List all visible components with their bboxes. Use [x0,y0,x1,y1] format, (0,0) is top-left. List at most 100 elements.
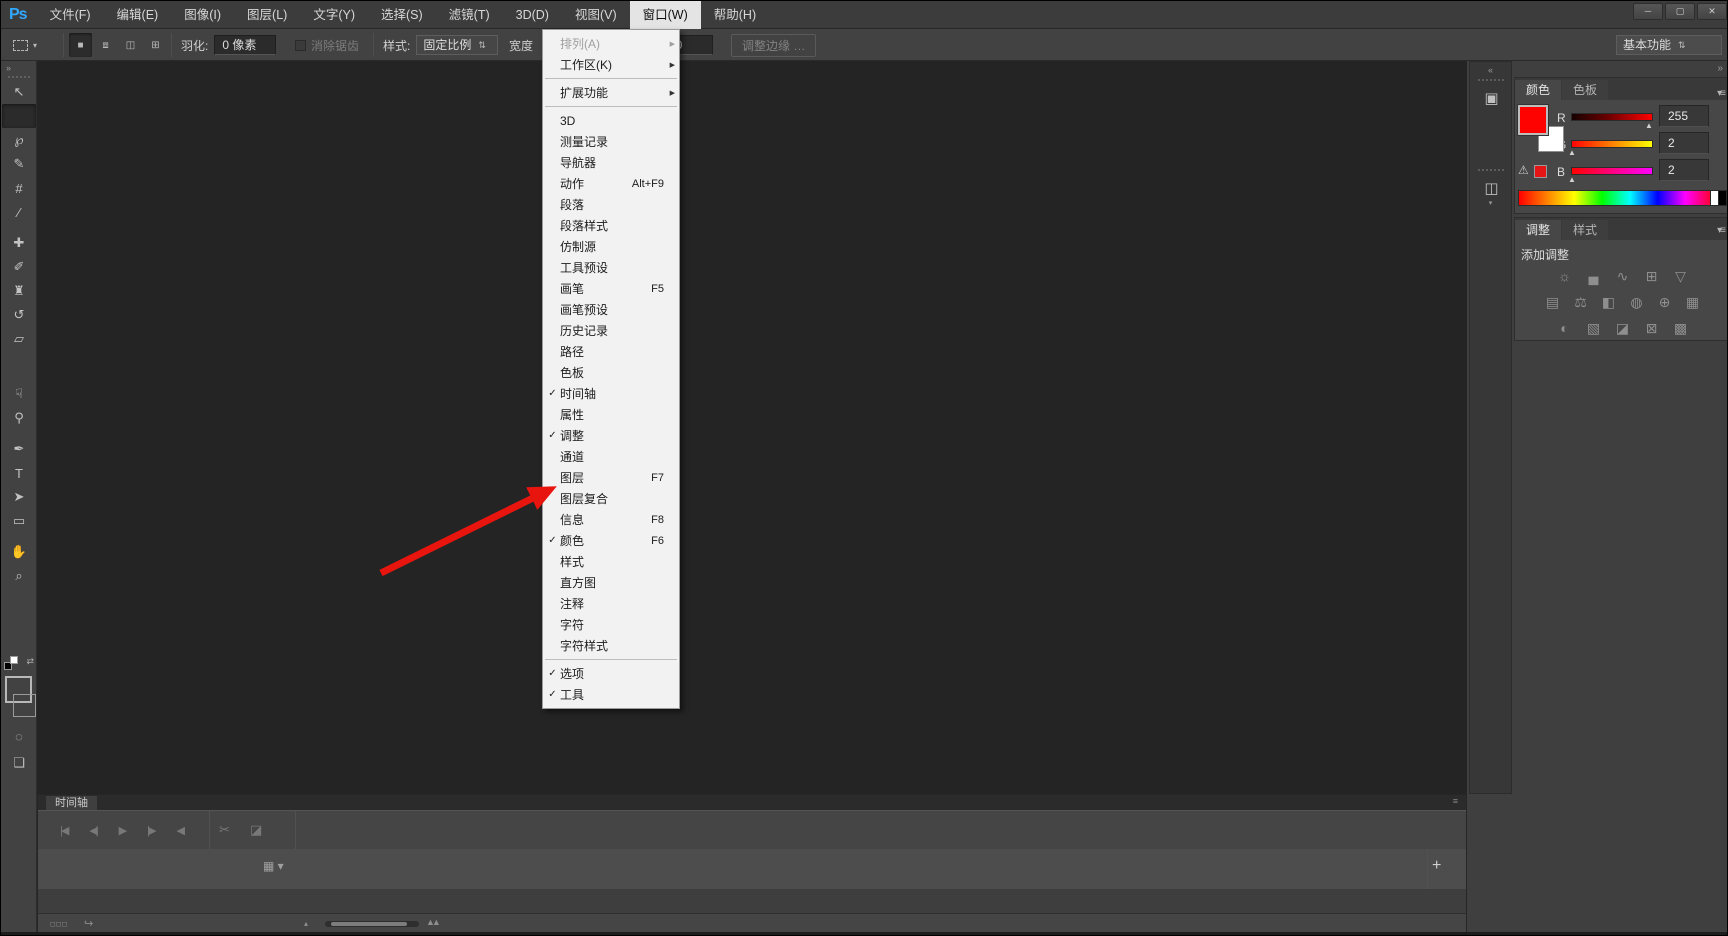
refine-edge-button[interactable]: 调整边缘 … [731,34,816,57]
menu-item-extensions[interactable]: 扩展功能 ▶ [543,82,679,103]
close-button[interactable]: ✕ [1697,3,1727,20]
tab-adjustments[interactable]: 调整 [1515,220,1561,240]
menu-item-workspace[interactable]: 工作区(K) ▶ [543,54,679,75]
menu-type[interactable]: 文字(Y) [300,1,368,29]
dock-grip[interactable] [1478,169,1504,171]
menu-item[interactable] [545,659,677,660]
menu-item-adjustments[interactable]: ✓ 调整 [543,425,679,446]
menu-item-paragraph[interactable]: 段落 [543,194,679,215]
quick-selection-tool[interactable]: ✎ [1,152,37,176]
split-clip-icon[interactable]: ✂ [219,822,228,838]
curves-icon[interactable]: ∿ [1614,268,1631,285]
quick-mask-button[interactable]: ◌ [1,729,37,744]
photo-filter-icon[interactable]: ◍ [1628,294,1645,311]
selective-color-icon[interactable]: ▩ [1672,320,1689,337]
slider-thumb-icon[interactable]: ▲ [1568,175,1576,184]
invert-icon[interactable]: ◐ [1556,320,1573,337]
menu-item[interactable] [545,106,677,107]
frames-view-icon[interactable]: ◻◻◻ [50,920,67,928]
menu-select[interactable]: 选择(S) [368,1,436,29]
move-tool[interactable]: ↖ [1,80,37,104]
smudge-tool[interactable]: ☟ [1,382,37,406]
lasso-tool[interactable]: ℘ [1,128,37,152]
green-slider[interactable] [1571,140,1653,148]
menu-item-notes[interactable]: 注释 [543,593,679,614]
menu-item[interactable] [545,78,677,79]
tool-button[interactable] [1,224,37,231]
menu-help[interactable]: 帮助(H) [701,1,769,29]
slider-thumb-icon[interactable]: ▲ [1645,121,1653,130]
rectangle-tool[interactable]: ▭ [1,509,37,533]
eyedropper-tool[interactable]: ∕ [1,200,37,224]
exposure-icon[interactable]: ⊞ [1643,268,1660,285]
vibrance-icon[interactable]: ▽ [1672,268,1689,285]
toolbar-grip[interactable] [8,76,30,78]
menu-item-measurement-log[interactable]: 测量记录 [543,131,679,152]
menu-item-arrange[interactable]: 排列(A) ▶ [543,33,679,54]
tool-button[interactable] [1,533,37,540]
video-track-row[interactable]: ▦ ▾ + [38,849,1466,889]
style-dropdown[interactable]: 固定比例 ⇅ [416,35,498,55]
history-brush-tool[interactable]: ↺ [1,303,37,327]
menu-item-character[interactable]: 字符 [543,614,679,635]
new-selection-mode-button[interactable]: ■ [69,33,92,57]
brush-tool[interactable]: ✐ [1,255,37,279]
feather-input[interactable]: 0 像素 [214,35,276,55]
maximize-button[interactable]: ▢ [1665,3,1695,20]
red-slider[interactable] [1571,113,1653,121]
gamut-swatch[interactable] [1534,165,1547,178]
hand-tool[interactable]: ✋ [1,540,37,564]
collapsed-panel-button-1[interactable]: ▣ [1470,83,1513,113]
type-tool[interactable]: T [1,461,37,485]
menu-item-timeline[interactable]: ✓ 时间轴 [543,383,679,404]
background-color-swatch[interactable] [13,694,36,717]
path-selection-tool[interactable]: ➤ [1,485,37,509]
play-button[interactable]: ▶ [119,824,125,837]
gradient-map-icon[interactable]: ⊠ [1643,320,1660,337]
menu-image[interactable]: 图像(I) [171,1,234,29]
menu-item-info[interactable]: 信息 F8 [543,509,679,530]
menu-view[interactable]: 视图(V) [562,1,630,29]
tool-button[interactable] [1,351,37,358]
menu-file[interactable]: 文件(F) [37,1,104,29]
menu-item-layer-comps[interactable]: 图层复合 [543,488,679,509]
menu-item-brush[interactable]: 画笔 F5 [543,278,679,299]
expand-dock-icon[interactable]: » [1514,61,1728,77]
tab-swatches[interactable]: 色板 [1562,80,1608,100]
previous-frame-button[interactable]: ◀| [89,824,96,837]
add-media-button[interactable]: + [1432,857,1441,875]
swap-colors-icon[interactable]: ⇄ [26,656,34,667]
menu-edit[interactable]: 编辑(E) [104,1,172,29]
menu-item-layers[interactable]: 图层 F7 [543,467,679,488]
color-spectrum-ramp[interactable] [1518,190,1718,206]
tool-button[interactable] [1,430,37,437]
panel-menu-icon[interactable]: ▾≡ [1717,225,1724,236]
menu-item-3d[interactable]: 3D [543,110,679,131]
workspace-switcher[interactable]: 基本功能 ⇅ [1616,35,1722,55]
collapse-toolbar-icon[interactable]: » [1,61,36,73]
color-balance-icon[interactable]: ⚖ [1572,294,1589,311]
spectrum-black-chip[interactable] [1718,190,1727,206]
subtract-from-selection-mode-button[interactable]: ◫ [119,33,142,57]
menu-item-tools[interactable]: ✓ 工具 [543,684,679,705]
default-colors-mini[interactable]: ⇄ [4,656,34,672]
red-value-input[interactable]: 255 [1659,105,1709,127]
blue-value-input[interactable]: 2 [1659,159,1709,181]
dodge-tool[interactable]: ⚲ [1,406,37,430]
menu-item-actions[interactable]: 动作 Alt+F9 [543,173,679,194]
menu-item-properties[interactable]: 属性 [543,404,679,425]
menu-layer[interactable]: 图层(L) [234,1,300,29]
tab-styles[interactable]: 样式 [1562,220,1608,240]
black-white-icon[interactable]: ◧ [1600,294,1617,311]
dock-grip[interactable] [1478,79,1504,81]
intersect-selection-mode-button[interactable]: ⊞ [144,33,167,57]
rectangular-marquee-tool[interactable] [2,104,36,128]
tab-color[interactable]: 颜色 [1515,80,1561,100]
eraser-tool[interactable]: ▱ [1,327,37,351]
channel-mixer-icon[interactable]: ⊕ [1656,294,1673,311]
collapse-dock-icon[interactable]: « [1470,62,1511,75]
menu-item-channels[interactable]: 通道 [543,446,679,467]
foreground-color-swatch[interactable] [1518,105,1548,135]
menu-item-paths[interactable]: 路径 [543,341,679,362]
transition-icon[interactable]: ◪ [250,822,260,838]
